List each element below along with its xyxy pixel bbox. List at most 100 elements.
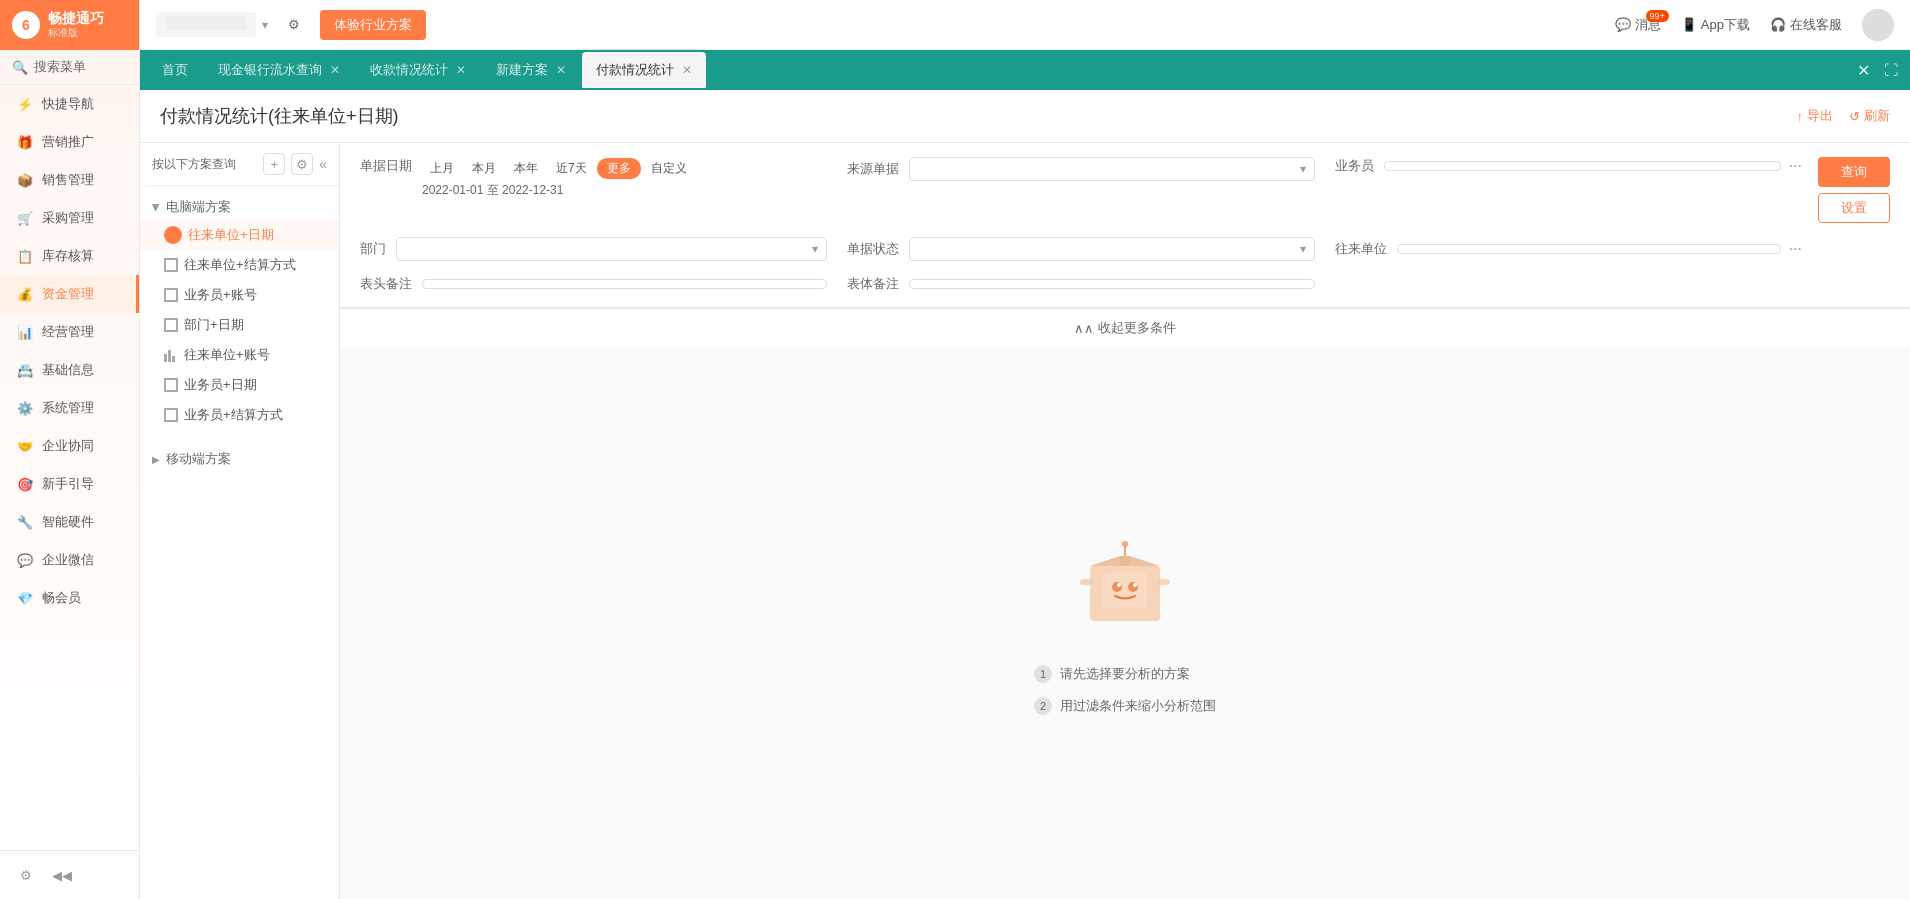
app-download-btn[interactable]: 📱 App下载 (1681, 16, 1750, 34)
sidebar-item-basic[interactable]: 📇 基础信息 (0, 351, 139, 389)
source-input[interactable]: ▾ (909, 157, 1314, 181)
basic-icon: 📇 (16, 361, 34, 379)
tab-receivable[interactable]: 收款情况统计 ✕ (356, 52, 480, 88)
scheme-settings-btn[interactable]: ⚙ (291, 153, 313, 175)
trial-btn[interactable]: 体验行业方案 (320, 10, 426, 40)
filter-row-2: 部门 ▾ 单据状态 ▾ (360, 237, 1890, 261)
scheme-square-icon-4 (164, 378, 178, 392)
tab-home[interactable]: 首页 (148, 52, 202, 88)
service-icon: 🎧 (1770, 17, 1786, 32)
sidebar-item-quick-nav[interactable]: ⚡ 快捷导航 (0, 85, 139, 123)
sales-icon: 📦 (16, 171, 34, 189)
scheme-item-staff-account[interactable]: 业务员+账号 (140, 280, 339, 310)
query-btn[interactable]: 查询 (1818, 157, 1890, 187)
notif-badge: 99+ (1646, 10, 1669, 22)
sidebar-item-operation[interactable]: 📊 经营管理 (0, 313, 139, 351)
account-chevron-icon: ▾ (262, 18, 268, 32)
date-label: 单据日期 (360, 157, 412, 175)
tab-receivable-close[interactable]: ✕ (456, 63, 466, 77)
counterpart-more-btn[interactable]: ··· (1789, 240, 1802, 258)
sidebar-item-sales[interactable]: 📦 销售管理 (0, 161, 139, 199)
date-btn-more[interactable]: 更多 (597, 158, 641, 179)
sidebar-item-vip[interactable]: 💎 畅会员 (0, 579, 139, 617)
main-area: ▾ ⚙ 体验行业方案 💬 消息 99+ 📱 App下载 🎧 在线客服 (140, 0, 1910, 899)
date-btn-custom[interactable]: 自定义 (643, 157, 695, 180)
svg-point-3 (1112, 582, 1122, 592)
tab-payment-stat-close[interactable]: ✕ (682, 63, 692, 77)
staff-more-btn[interactable]: ··· (1789, 157, 1802, 175)
sidebar-item-inventory[interactable]: 📋 库存核算 (0, 237, 139, 275)
date-btn-this-month[interactable]: 本月 (464, 157, 504, 180)
sidebar-item-system[interactable]: ⚙️ 系统管理 (0, 389, 139, 427)
dept-label: 部门 (360, 240, 386, 258)
filter-settings-btn[interactable]: 设置 (1818, 193, 1890, 223)
filter-date-field: 单据日期 上月 本月 本年 近7天 更多 自定义 20 (360, 157, 827, 199)
scheme-square-icon-2 (164, 288, 178, 302)
scheme-item-staff-date[interactable]: 业务员+日期 (140, 370, 339, 400)
svg-point-5 (1117, 583, 1121, 587)
scheme-group-mobile: ▶ 移动端方案 (140, 438, 339, 480)
add-scheme-btn[interactable]: + (263, 153, 285, 175)
dept-input[interactable]: ▾ (396, 237, 827, 261)
counterpart-input[interactable] (1397, 244, 1781, 254)
scheme-group-mobile-title[interactable]: ▶ 移动端方案 (140, 446, 339, 472)
export-btn[interactable]: ↑ 导出 (1797, 107, 1834, 125)
doc-status-input[interactable]: ▾ (909, 237, 1314, 261)
inventory-icon: 📋 (16, 247, 34, 265)
user-avatar[interactable] (1862, 9, 1894, 41)
sidebar: 6 畅捷通巧 标准版 🔍 搜索菜单 ⚡ 快捷导航 🎁 营销推广 📦 销售管理 🛒… (0, 0, 140, 899)
svg-rect-10 (1158, 579, 1170, 585)
main-body: 按以下方案查询 + ⚙ « ▶ 电脑端方案 (140, 143, 1910, 899)
sidebar-item-enterprise[interactable]: 🤝 企业协同 (0, 427, 139, 465)
filter-doc-status-field: 单据状态 ▾ (847, 237, 1314, 261)
date-btn-last-month[interactable]: 上月 (422, 157, 462, 180)
scheme-item-counterpart-date[interactable]: 往来单位+日期 (140, 220, 339, 250)
scheme-item-counterpart-settlement[interactable]: 往来单位+结算方式 (140, 250, 339, 280)
tab-bar: 首页 现金银行流水查询 ✕ 收款情况统计 ✕ 新建方案 ✕ 付款情况统计 ✕ ✕… (140, 50, 1910, 90)
tab-new-scheme[interactable]: 新建方案 ✕ (482, 52, 580, 88)
account-selector[interactable]: ▾ (156, 12, 268, 37)
collapse-more-btn[interactable]: ∧∧ 收起更多条件 (340, 308, 1910, 347)
sidebar-item-guide[interactable]: 🎯 新手引导 (0, 465, 139, 503)
filter-main: 单据日期 上月 本月 本年 近7天 更多 自定义 20 (340, 143, 1910, 899)
empty-step-2: 2 用过滤条件来缩小分析范围 (1034, 693, 1216, 719)
sidebar-item-finance[interactable]: 💰 资金管理 (0, 275, 139, 313)
page-header: 付款情况统计(往来单位+日期) ↑ 导出 ↺ 刷新 (140, 90, 1910, 143)
staff-input[interactable] (1384, 161, 1781, 171)
sidebar-item-hardware[interactable]: 🔧 智能硬件 (0, 503, 139, 541)
sidebar-item-purchase[interactable]: 🛒 采购管理 (0, 199, 139, 237)
finance-icon: 💰 (16, 285, 34, 303)
scheme-item-counterpart-account[interactable]: 往来单位+账号 (140, 340, 339, 370)
tabs-maximize-btn[interactable]: ⛶ (1880, 58, 1902, 82)
scheme-bar-icon (164, 348, 178, 362)
date-btn-7days[interactable]: 近7天 (548, 157, 595, 180)
tab-payment-stat[interactable]: 付款情况统计 ✕ (582, 52, 706, 88)
tabs-close-all-btn[interactable]: ✕ (1853, 57, 1874, 84)
scheme-group-desktop: ▶ 电脑端方案 往来单位+日期 往来单位+结算方式 业务员+账号 (140, 186, 339, 438)
settings-footer-btn[interactable]: ⚙ (12, 861, 40, 889)
tab-bank-flow-close[interactable]: ✕ (330, 63, 340, 77)
collapse-sidebar-btn[interactable]: ◀◀ (48, 861, 76, 889)
purchase-icon: 🛒 (16, 209, 34, 227)
note-body-input[interactable] (909, 279, 1314, 289)
tab-new-scheme-close[interactable]: ✕ (556, 63, 566, 77)
sidebar-nav: ⚡ 快捷导航 🎁 营销推广 📦 销售管理 🛒 采购管理 📋 库存核算 💰 资金管… (0, 85, 139, 850)
scheme-item-dept-date[interactable]: 部门+日期 (140, 310, 339, 340)
scheme-group-desktop-title[interactable]: ▶ 电脑端方案 (140, 194, 339, 220)
note-header-input[interactable] (422, 279, 827, 289)
refresh-btn[interactable]: ↺ 刷新 (1849, 107, 1890, 125)
scheme-panel-collapse-btn[interactable]: « (319, 156, 327, 172)
search-menu-item[interactable]: 🔍 搜索菜单 (0, 50, 139, 85)
date-btn-this-year[interactable]: 本年 (506, 157, 546, 180)
date-range-display: 2022-01-01 至 2022-12-31 (422, 182, 695, 199)
scheme-item-staff-settlement[interactable]: 业务员+结算方式 (140, 400, 339, 430)
scheme-square-icon-3 (164, 318, 178, 332)
guide-icon: 🎯 (16, 475, 34, 493)
svg-point-4 (1128, 582, 1138, 592)
tab-bank-flow[interactable]: 现金银行流水查询 ✕ (204, 52, 354, 88)
online-service-btn[interactable]: 🎧 在线客服 (1770, 16, 1842, 34)
topbar-gear-btn[interactable]: ⚙ (280, 11, 308, 39)
notification-btn[interactable]: 💬 消息 99+ (1615, 16, 1661, 34)
sidebar-item-wechat[interactable]: 💬 企业微信 (0, 541, 139, 579)
sidebar-item-marketing[interactable]: 🎁 营销推广 (0, 123, 139, 161)
